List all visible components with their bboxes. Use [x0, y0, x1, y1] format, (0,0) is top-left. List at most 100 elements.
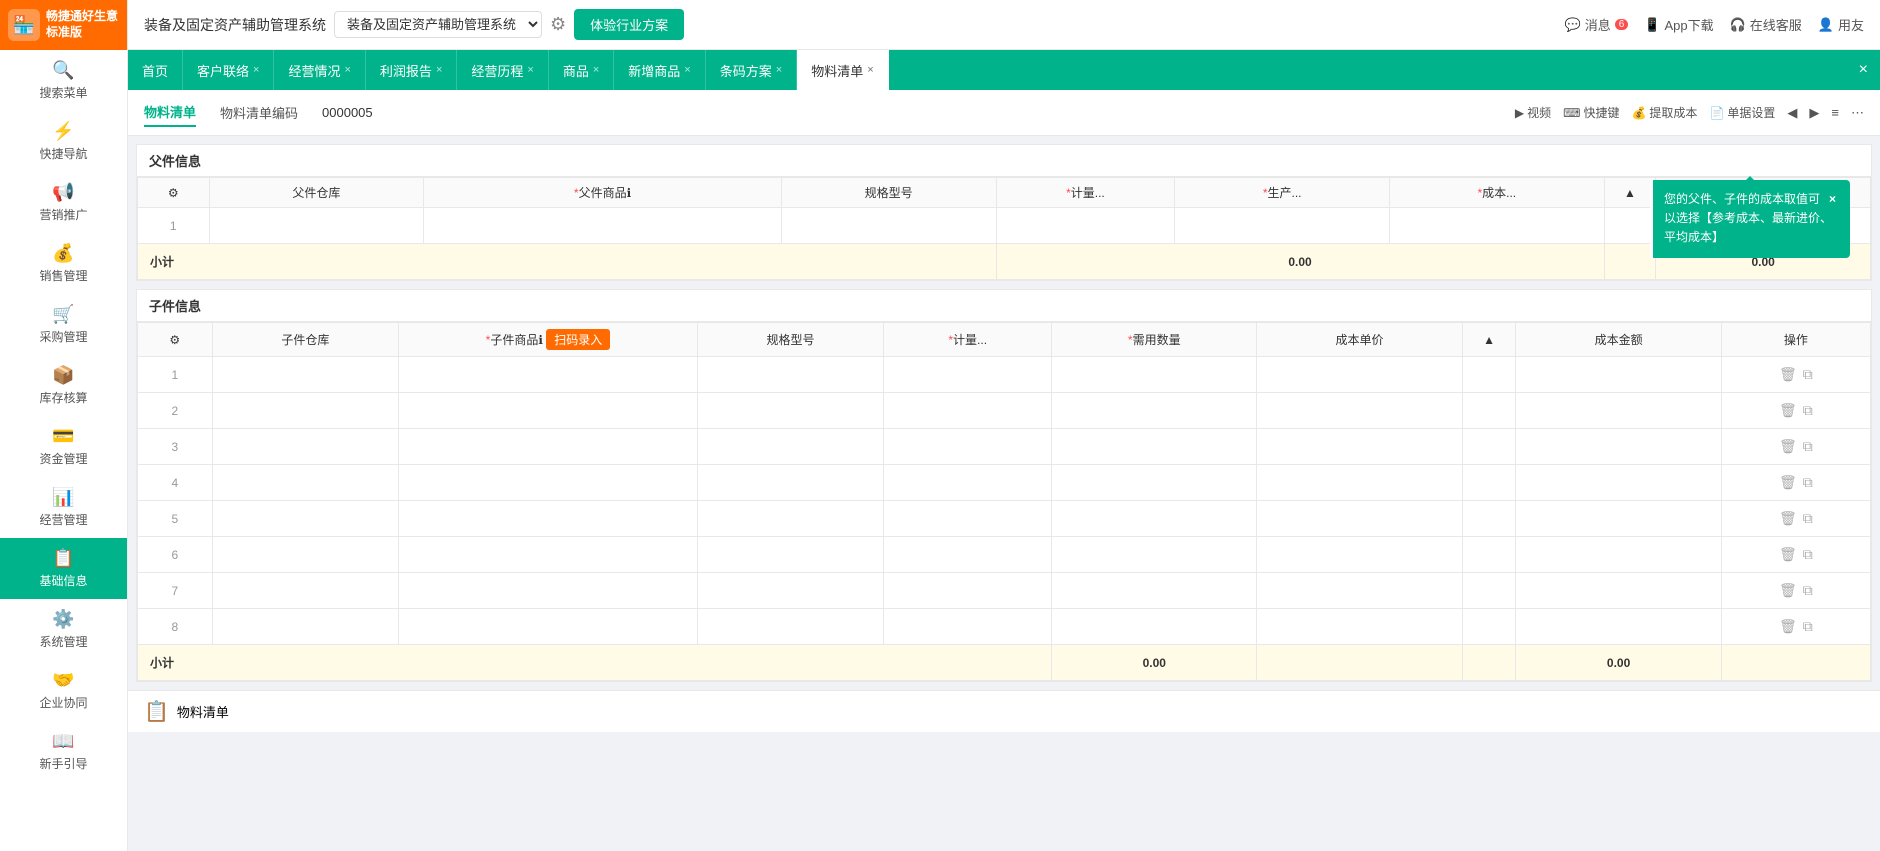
child-row-5-spec[interactable]: [697, 501, 884, 537]
child-row-3-warehouse[interactable]: [212, 429, 399, 465]
child-row-3-qty[interactable]: [1052, 429, 1257, 465]
copy-row-8-btn[interactable]: ⧉: [1803, 618, 1813, 635]
close-tab-operations[interactable]: ×: [344, 64, 350, 76]
close-all-tabs[interactable]: ×: [1847, 61, 1880, 79]
close-tab-barcode[interactable]: ×: [776, 64, 782, 76]
child-row-5-qty[interactable]: [1052, 501, 1257, 537]
close-tab-history[interactable]: ×: [527, 64, 533, 76]
child-row-5-unit[interactable]: [884, 501, 1052, 537]
grid-view-btn[interactable]: ≡: [1831, 105, 1839, 120]
delete-row-6-btn[interactable]: 🗑: [1779, 546, 1797, 563]
sidebar-item-quick[interactable]: ⚡ 快捷导航: [0, 111, 127, 172]
child-row-1-warehouse[interactable]: [212, 357, 399, 393]
nav-prev-btn[interactable]: ◀: [1787, 105, 1797, 121]
sub-tab-bom-code[interactable]: 物料清单编码: [220, 99, 298, 126]
app-download-button[interactable]: 📱 App下载: [1644, 15, 1713, 34]
child-row-7-unit-cost[interactable]: [1257, 573, 1462, 609]
sidebar-item-inventory[interactable]: 📦 库存核算: [0, 355, 127, 416]
scan-input-btn[interactable]: 扫码录入: [546, 329, 610, 350]
child-row-1-spec[interactable]: [697, 357, 884, 393]
more-btn[interactable]: ⋯: [1851, 105, 1864, 121]
system-selector[interactable]: 装备及固定资产辅助管理系统: [334, 11, 542, 38]
tab-profit[interactable]: 利润报告 ×: [366, 50, 457, 90]
child-row-6-product[interactable]: [399, 537, 698, 573]
child-row-7-spec[interactable]: [697, 573, 884, 609]
child-row-2-qty[interactable]: [1052, 393, 1257, 429]
user-button[interactable]: 👤 用友: [1818, 15, 1864, 34]
child-row-2-spec[interactable]: [697, 393, 884, 429]
child-row-6-warehouse[interactable]: [212, 537, 399, 573]
child-row-4-spec[interactable]: [697, 465, 884, 501]
tab-customer[interactable]: 客户联络 ×: [183, 50, 274, 90]
online-service-button[interactable]: 🎧 在线客服: [1730, 15, 1802, 34]
child-row-4-product[interactable]: [399, 465, 698, 501]
delete-row-3-btn[interactable]: 🗑: [1779, 438, 1797, 455]
sidebar-item-marketing[interactable]: 📢 营销推广: [0, 172, 127, 233]
parent-row-1-warehouse[interactable]: [209, 208, 424, 244]
child-row-4-unit-cost[interactable]: [1257, 465, 1462, 501]
sidebar-item-system[interactable]: ⚙️ 系统管理: [0, 599, 127, 660]
doc-settings-btn[interactable]: 📄 单据设置: [1709, 104, 1775, 121]
child-row-8-product[interactable]: [399, 609, 698, 645]
copy-row-7-btn[interactable]: ⧉: [1803, 582, 1813, 599]
child-row-7-product[interactable]: [399, 573, 698, 609]
child-row-5-warehouse[interactable]: [212, 501, 399, 537]
parent-row-1-cost[interactable]: [1389, 208, 1604, 244]
tab-bom[interactable]: 物料清单 ×: [797, 50, 888, 90]
close-tab-profit[interactable]: ×: [436, 64, 442, 76]
tab-home[interactable]: 首页: [128, 50, 183, 90]
child-row-4-unit[interactable]: [884, 465, 1052, 501]
sidebar-item-guide[interactable]: 📖 新手引导: [0, 721, 127, 782]
child-row-1-unit-cost[interactable]: [1257, 357, 1462, 393]
shortcut-btn[interactable]: ⌨ 快捷键: [1563, 104, 1619, 121]
child-row-4-qty[interactable]: [1052, 465, 1257, 501]
child-row-2-unit[interactable]: [884, 393, 1052, 429]
trial-button[interactable]: 体验行业方案: [574, 9, 684, 40]
delete-row-4-btn[interactable]: 🗑: [1779, 474, 1797, 491]
child-row-3-spec[interactable]: [697, 429, 884, 465]
child-row-8-qty[interactable]: [1052, 609, 1257, 645]
copy-row-1-btn[interactable]: ⧉: [1803, 366, 1813, 383]
child-row-3-unit[interactable]: [884, 429, 1052, 465]
close-tab-bom[interactable]: ×: [867, 64, 873, 76]
child-row-8-unit-cost[interactable]: [1257, 609, 1462, 645]
copy-row-3-btn[interactable]: ⧉: [1803, 438, 1813, 455]
child-row-7-warehouse[interactable]: [212, 573, 399, 609]
child-row-5-product[interactable]: [399, 501, 698, 537]
child-row-8-spec[interactable]: [697, 609, 884, 645]
delete-row-2-btn[interactable]: 🗑: [1779, 402, 1797, 419]
child-row-2-unit-cost[interactable]: [1257, 393, 1462, 429]
child-row-7-unit[interactable]: [884, 573, 1052, 609]
copy-row-6-btn[interactable]: ⧉: [1803, 546, 1813, 563]
copy-row-2-btn[interactable]: ⧉: [1803, 402, 1813, 419]
parent-row-1-produce[interactable]: [1175, 208, 1390, 244]
child-row-6-unit[interactable]: [884, 537, 1052, 573]
sub-tab-bom[interactable]: 物料清单: [144, 98, 196, 127]
sidebar-item-purchase[interactable]: 🛒 采购管理: [0, 294, 127, 355]
video-btn[interactable]: ▶ 视频: [1515, 104, 1551, 121]
delete-row-8-btn[interactable]: 🗑: [1779, 618, 1797, 635]
close-tab-customer[interactable]: ×: [253, 64, 259, 76]
sidebar-item-basic[interactable]: 📋 基础信息: [0, 538, 127, 599]
child-row-3-product[interactable]: [399, 429, 698, 465]
tab-product[interactable]: 商品 ×: [549, 50, 614, 90]
sidebar-item-corp[interactable]: 🤝 企业协同: [0, 660, 127, 721]
extract-cost-btn[interactable]: 💰 提取成本: [1631, 104, 1697, 121]
child-row-2-product[interactable]: [399, 393, 698, 429]
child-row-4-warehouse[interactable]: [212, 465, 399, 501]
tab-history[interactable]: 经营历程 ×: [457, 50, 548, 90]
close-tab-new-product[interactable]: ×: [684, 64, 690, 76]
nav-next-btn[interactable]: ▶: [1809, 105, 1819, 121]
tab-barcode[interactable]: 条码方案 ×: [706, 50, 797, 90]
child-row-6-qty[interactable]: [1052, 537, 1257, 573]
tab-new-product[interactable]: 新增商品 ×: [614, 50, 705, 90]
tooltip-close-btn[interactable]: ×: [1829, 190, 1836, 209]
child-row-5-unit-cost[interactable]: [1257, 501, 1462, 537]
parent-row-1-unit[interactable]: [996, 208, 1175, 244]
child-row-8-warehouse[interactable]: [212, 609, 399, 645]
delete-row-5-btn[interactable]: 🗑: [1779, 510, 1797, 527]
copy-row-5-btn[interactable]: ⧉: [1803, 510, 1813, 527]
copy-row-4-btn[interactable]: ⧉: [1803, 474, 1813, 491]
parent-row-1-spec[interactable]: [781, 208, 996, 244]
sidebar-item-search[interactable]: 🔍 搜索菜单: [0, 50, 127, 111]
